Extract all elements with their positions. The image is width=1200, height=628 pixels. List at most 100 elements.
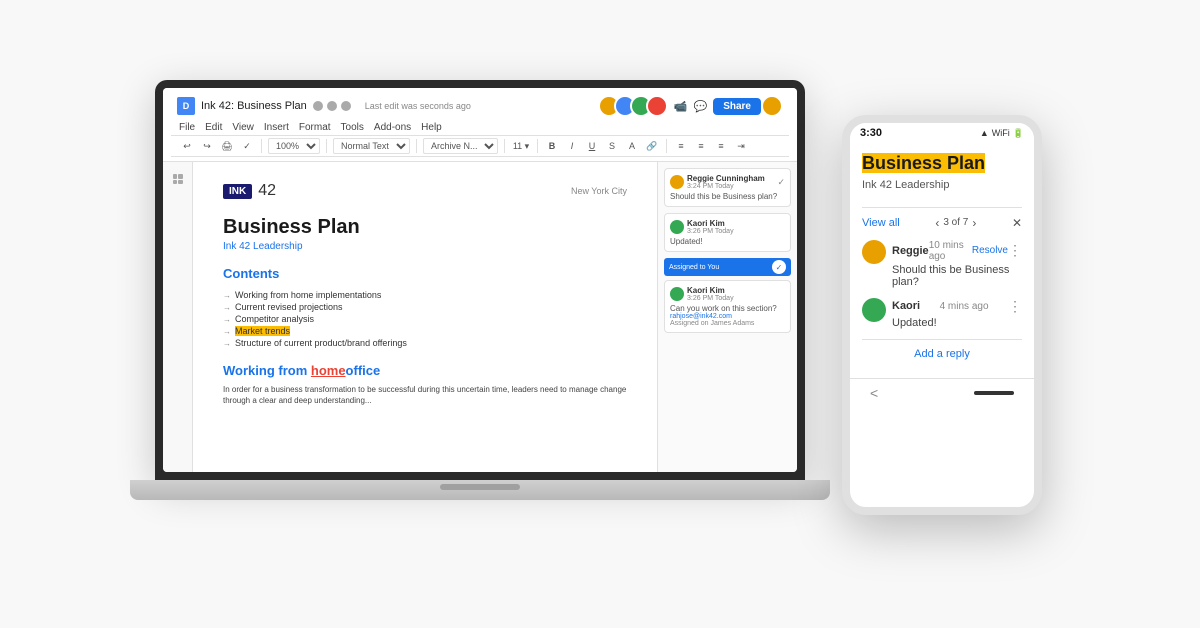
menu-tools[interactable]: Tools (341, 122, 364, 133)
divider (504, 139, 505, 153)
ink-number: 42 (258, 182, 276, 200)
phone-comment-body: Reggie 10 mins ago Resolve ⋮ Should this… (892, 240, 1022, 288)
phone-commenter-avatar (862, 240, 886, 264)
divider (261, 139, 262, 153)
text-color-btn[interactable]: A (624, 138, 640, 154)
signal-icon: ▲ (980, 128, 989, 138)
list-item: Working from home implementations (223, 289, 627, 301)
menu-edit[interactable]: Edit (205, 122, 222, 133)
avatar (646, 95, 668, 117)
comment-time: 3:24 PM Today (687, 183, 765, 190)
more-options-icon[interactable]: ⋮ (1008, 242, 1022, 259)
menu-help[interactable]: Help (421, 122, 442, 133)
scene: D Ink 42: Business Plan Last edit was se… (0, 0, 1200, 628)
doc-sidebar (163, 162, 193, 472)
align-center[interactable]: ≡ (693, 138, 709, 154)
commenter-name: Kaori Kim (687, 286, 734, 295)
menu-insert[interactable]: Insert (264, 122, 289, 133)
user-avatar[interactable] (761, 95, 783, 117)
sidebar-grid-icon (173, 174, 183, 184)
divider (416, 139, 417, 153)
laptop: D Ink 42: Business Plan Last edit was se… (155, 80, 805, 510)
share-button[interactable]: Share (713, 98, 761, 115)
back-arrow[interactable]: < (870, 385, 878, 401)
cloud-icon (341, 101, 351, 111)
redo-btn[interactable]: ↪ (199, 138, 215, 154)
phone-comments: View all ‹ 3 of 7 › ✕ Reggie 10 mins ago (862, 216, 1022, 368)
resolve-button[interactable]: Resolve (972, 245, 1008, 256)
comment-thread: Reggie Cunningham 3:24 PM Today ✓ Should… (658, 162, 797, 345)
phone-comment-name-row: Kaori 4 mins ago ⋮ (892, 298, 1022, 315)
underline-text: home (311, 363, 346, 378)
align-left[interactable]: ≡ (673, 138, 689, 154)
laptop-screen-inner: D Ink 42: Business Plan Last edit was se… (163, 88, 797, 472)
phone: 3:30 ▲ WiFi 🔋 Business Plan Ink 42 Leade… (842, 115, 1042, 515)
home-indicator[interactable] (974, 391, 1014, 395)
zoom-select[interactable]: 100% (268, 138, 320, 154)
doc-title-icons (313, 101, 351, 111)
divider (666, 139, 667, 153)
doc-subtitle: Ink 42 Leadership (223, 241, 627, 252)
check-icon: ✓ (777, 177, 785, 188)
phone-comment-time: 4 mins ago (940, 301, 989, 312)
phone-comment-item: Kaori 4 mins ago ⋮ Updated! (862, 298, 1022, 329)
align-right[interactable]: ≡ (713, 138, 729, 154)
comment-icon[interactable]: 💬 (694, 100, 708, 113)
menu-view[interactable]: View (232, 122, 254, 133)
view-all-link[interactable]: View all (862, 217, 900, 229)
phone-comment-text: Updated! (892, 317, 1022, 329)
menu-format[interactable]: Format (299, 122, 331, 133)
phone-time: 3:30 (860, 127, 882, 139)
more-options-icon[interactable]: ⋮ (1008, 298, 1022, 315)
commenter-avatar (670, 220, 684, 234)
strikethrough-btn[interactable]: S (604, 138, 620, 154)
comment-link[interactable]: rahjose@ink42.com (670, 313, 785, 320)
divider (537, 139, 538, 153)
doc-title: Ink 42: Business Plan (201, 100, 307, 112)
ink-logo: INK 42 (223, 182, 276, 200)
phone-title-text: Business Plan (862, 153, 985, 173)
next-page[interactable]: › (972, 216, 976, 230)
phone-commenter-avatar (862, 298, 886, 322)
docs-title-bar: D Ink 42: Business Plan Last edit was se… (163, 88, 797, 162)
doc-paragraph: In order for a business transformation t… (223, 384, 627, 406)
video-icon[interactable]: 📹 (674, 100, 688, 113)
comment-time: 3:26 PM Today (687, 228, 734, 235)
link-btn[interactable]: 🔗 (644, 138, 660, 154)
style-select[interactable]: Normal Text (333, 138, 410, 154)
indent-btn[interactable]: ⇥ (733, 138, 749, 154)
laptop-screen: D Ink 42: Business Plan Last edit was se… (155, 80, 805, 480)
comment-header: Kaori Kim 3:26 PM Today (670, 286, 785, 302)
list-item: Competitor analysis (223, 313, 627, 325)
underline-btn[interactable]: U (584, 138, 600, 154)
close-comments-button[interactable]: ✕ (1012, 216, 1022, 230)
docs-right-actions: 📹 💬 Share (598, 95, 783, 117)
phone-doc-title: Business Plan (862, 153, 1022, 175)
add-reply-button[interactable]: Add a reply (862, 339, 1022, 368)
bold-btn[interactable]: B (544, 138, 560, 154)
spellcheck-btn[interactable]: ✓ (239, 138, 255, 154)
comment-item: Reggie Cunningham 3:24 PM Today ✓ Should… (664, 168, 791, 207)
font-size[interactable]: 11 ▾ (511, 138, 531, 154)
comment-text: Should this be Business plan? (670, 192, 785, 201)
doc-content: INK 42 New York City Business Plan Ink 4… (163, 162, 797, 472)
comment-text: Updated! (670, 237, 785, 246)
contents-list: Working from home implementations Curren… (223, 289, 627, 349)
italic-btn[interactable]: I (564, 138, 580, 154)
commenter-avatar (670, 175, 684, 189)
phone-comment-time: 10 mins ago (929, 240, 972, 262)
font-select[interactable]: Archive N... (423, 138, 498, 154)
last-edit: Last edit was seconds ago (365, 101, 471, 111)
prev-page[interactable]: ‹ (935, 216, 939, 230)
menu-addons[interactable]: Add-ons (374, 122, 411, 133)
menu-bar: File Edit View Insert Format Tools Add-o… (171, 120, 789, 135)
undo-btn[interactable]: ↩ (179, 138, 195, 154)
phone-subtitle: Ink 42 Leadership (862, 179, 1022, 191)
assigned-check[interactable]: ✓ (772, 260, 786, 274)
assigned-to: Assigned on James Adams (670, 320, 785, 327)
page-number: 3 of 7 (943, 217, 968, 228)
star-icon (313, 101, 323, 111)
menu-file[interactable]: File (179, 122, 195, 133)
print-btn[interactable]: 🖨 (219, 138, 235, 154)
list-item: Market trends (223, 325, 627, 337)
